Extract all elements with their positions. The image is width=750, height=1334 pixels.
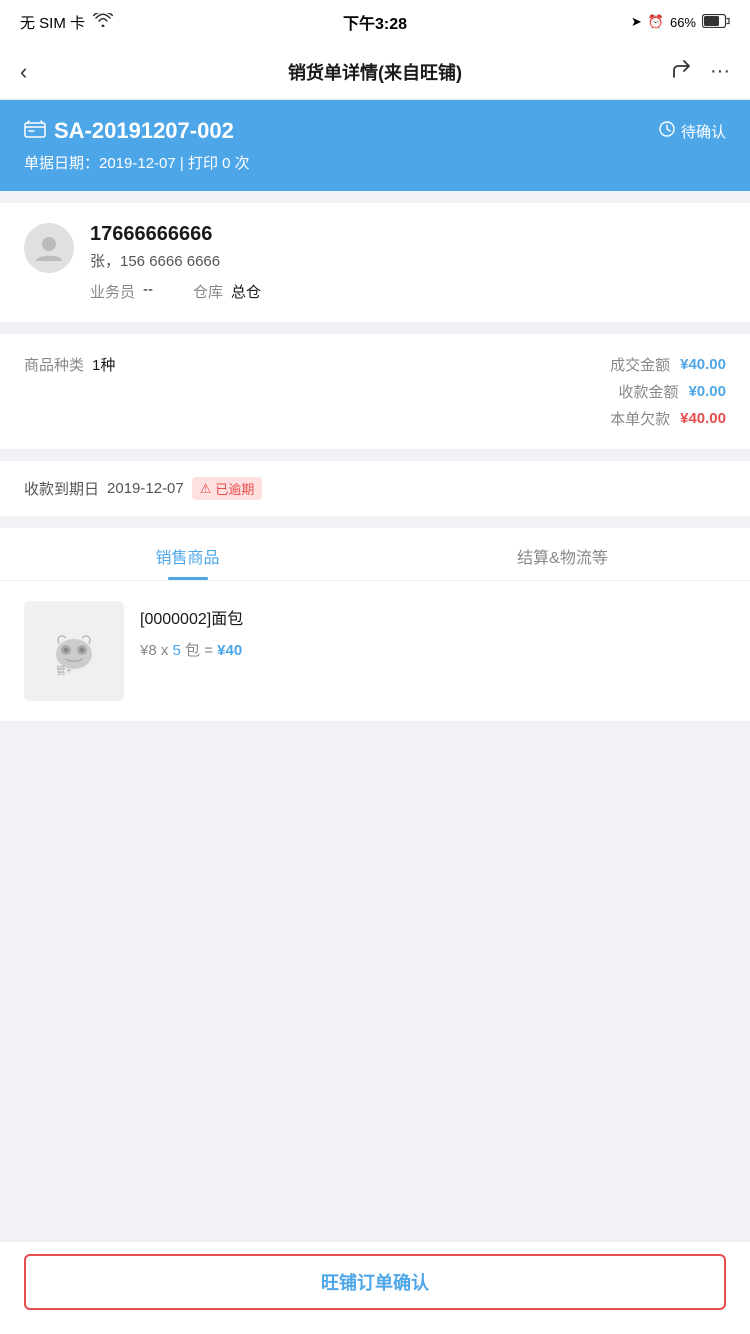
- status-text: 待确认: [681, 121, 726, 142]
- customer-card: 17666666666 张，156 6666 6666 业务员 -- 仓库 总仓: [0, 203, 750, 322]
- due-row: 本单欠款 ¥40.00: [610, 408, 726, 429]
- status-time: 下午3:28: [343, 10, 407, 34]
- order-status: 待确认: [659, 121, 726, 142]
- summary-row: 商品种类 1种 成交金额 ¥40.00 收款金额 ¥0.00 本单欠款 ¥40.…: [24, 354, 726, 429]
- bottom-bar: 旺铺订单确认: [0, 1241, 750, 1334]
- warning-icon: ⚠: [200, 481, 212, 497]
- status-bar-left: 无 SIM 卡: [20, 12, 113, 33]
- customer-name: 张，156 6666 6666: [90, 250, 726, 271]
- product-price: ¥8 x 5 包 = ¥40: [140, 639, 726, 660]
- received-label: 收款金额: [618, 381, 678, 402]
- order-id-icon: [24, 118, 46, 144]
- share-icon[interactable]: [670, 58, 692, 86]
- due-value: ¥40.00: [680, 410, 726, 427]
- summary-card: 商品种类 1种 成交金额 ¥40.00 收款金额 ¥0.00 本单欠款 ¥40.…: [0, 334, 750, 449]
- nav-bar: ‹ 销货单详情(来自旺铺) ···: [0, 44, 750, 100]
- transaction-value: ¥40.00: [680, 356, 726, 373]
- clock-icon: [659, 121, 675, 141]
- due-date-card: 收款到期日 2019-12-07 ⚠ 已逾期: [0, 461, 750, 516]
- order-meta: 单据日期：2019-12-07 | 打印 0 次: [24, 152, 726, 173]
- sales-rep-value: --: [143, 281, 153, 302]
- avatar: [24, 223, 74, 273]
- warehouse-value: 总仓: [231, 281, 261, 302]
- unit: 包: [185, 642, 200, 659]
- summary-left: 商品种类 1种: [24, 354, 115, 375]
- nav-right-actions: ···: [670, 58, 730, 86]
- due-date-value: 2019-12-07: [107, 480, 184, 497]
- product-thumbnail: 管+: [24, 601, 124, 701]
- total-price: ¥40: [217, 642, 242, 659]
- product-types-count: 1种: [92, 354, 115, 375]
- received-value: ¥0.00: [688, 383, 726, 400]
- received-row: 收款金额 ¥0.00: [618, 381, 726, 402]
- battery-icon: [702, 14, 730, 31]
- location-icon: ➤: [631, 14, 642, 30]
- tabs-container: 销售商品 结算&物流等: [0, 528, 750, 581]
- unit-price: ¥8: [140, 642, 157, 659]
- warehouse-label: 仓库: [193, 281, 223, 302]
- page-title: 销货单详情(来自旺铺): [288, 59, 462, 85]
- summary-right: 成交金额 ¥40.00 收款金额 ¥0.00 本单欠款 ¥40.00: [610, 354, 726, 429]
- order-id: SA-20191207-002: [24, 118, 234, 144]
- wifi-icon: [93, 13, 113, 31]
- product-name: [0000002]面包: [140, 605, 726, 629]
- tab-settlement[interactable]: 结算&物流等: [375, 528, 750, 580]
- quantity: 5: [173, 642, 181, 659]
- battery-text: 66%: [670, 15, 696, 30]
- order-header-top: SA-20191207-002 待确认: [24, 118, 726, 144]
- carrier-text: 无 SIM 卡: [20, 12, 85, 33]
- customer-meta: 业务员 -- 仓库 总仓: [90, 281, 726, 302]
- overdue-badge: ⚠ 已逾期: [192, 477, 263, 500]
- tab-settlement-label: 结算&物流等: [517, 550, 608, 567]
- customer-section: 17666666666 张，156 6666 6666 业务员 -- 仓库 总仓: [24, 223, 726, 302]
- product-card: 管+ [0000002]面包 ¥8 x 5 包 = ¥40: [0, 581, 750, 721]
- customer-phone: 17666666666: [90, 223, 726, 246]
- transaction-label: 成交金额: [610, 354, 670, 375]
- alarm-icon: ⏰: [648, 14, 664, 30]
- transaction-row: 成交金额 ¥40.00: [610, 354, 726, 375]
- svg-text:管+: 管+: [56, 664, 72, 677]
- warehouse-item: 仓库 总仓: [193, 281, 261, 302]
- equals-sign: =: [204, 642, 217, 659]
- customer-info: 17666666666 张，156 6666 6666 业务员 -- 仓库 总仓: [90, 223, 726, 302]
- sales-rep-item: 业务员 --: [90, 281, 153, 302]
- product-info: [0000002]面包 ¥8 x 5 包 = ¥40: [140, 601, 726, 660]
- confirm-label: 旺铺订单确认: [321, 1269, 429, 1295]
- due-date-label: 收款到期日: [24, 478, 99, 499]
- tab-products-label: 销售商品: [155, 550, 219, 567]
- tab-products[interactable]: 销售商品: [0, 528, 375, 580]
- back-button[interactable]: ‹: [20, 59, 27, 85]
- multiply-sign: x: [161, 642, 173, 659]
- product-types-label: 商品种类: [24, 354, 84, 375]
- order-header: SA-20191207-002 待确认 单据日期：2019-12-07 | 打印…: [0, 100, 750, 191]
- status-bar-right: ➤ ⏰ 66%: [631, 14, 730, 31]
- empty-area: [0, 721, 750, 901]
- confirm-button[interactable]: 旺铺订单确认: [24, 1254, 726, 1310]
- sales-rep-label: 业务员: [90, 281, 135, 302]
- more-icon[interactable]: ···: [710, 60, 730, 83]
- overdue-text: 已逾期: [215, 479, 254, 498]
- status-bar: 无 SIM 卡 下午3:28 ➤ ⏰ 66%: [0, 0, 750, 44]
- due-label: 本单欠款: [610, 408, 670, 429]
